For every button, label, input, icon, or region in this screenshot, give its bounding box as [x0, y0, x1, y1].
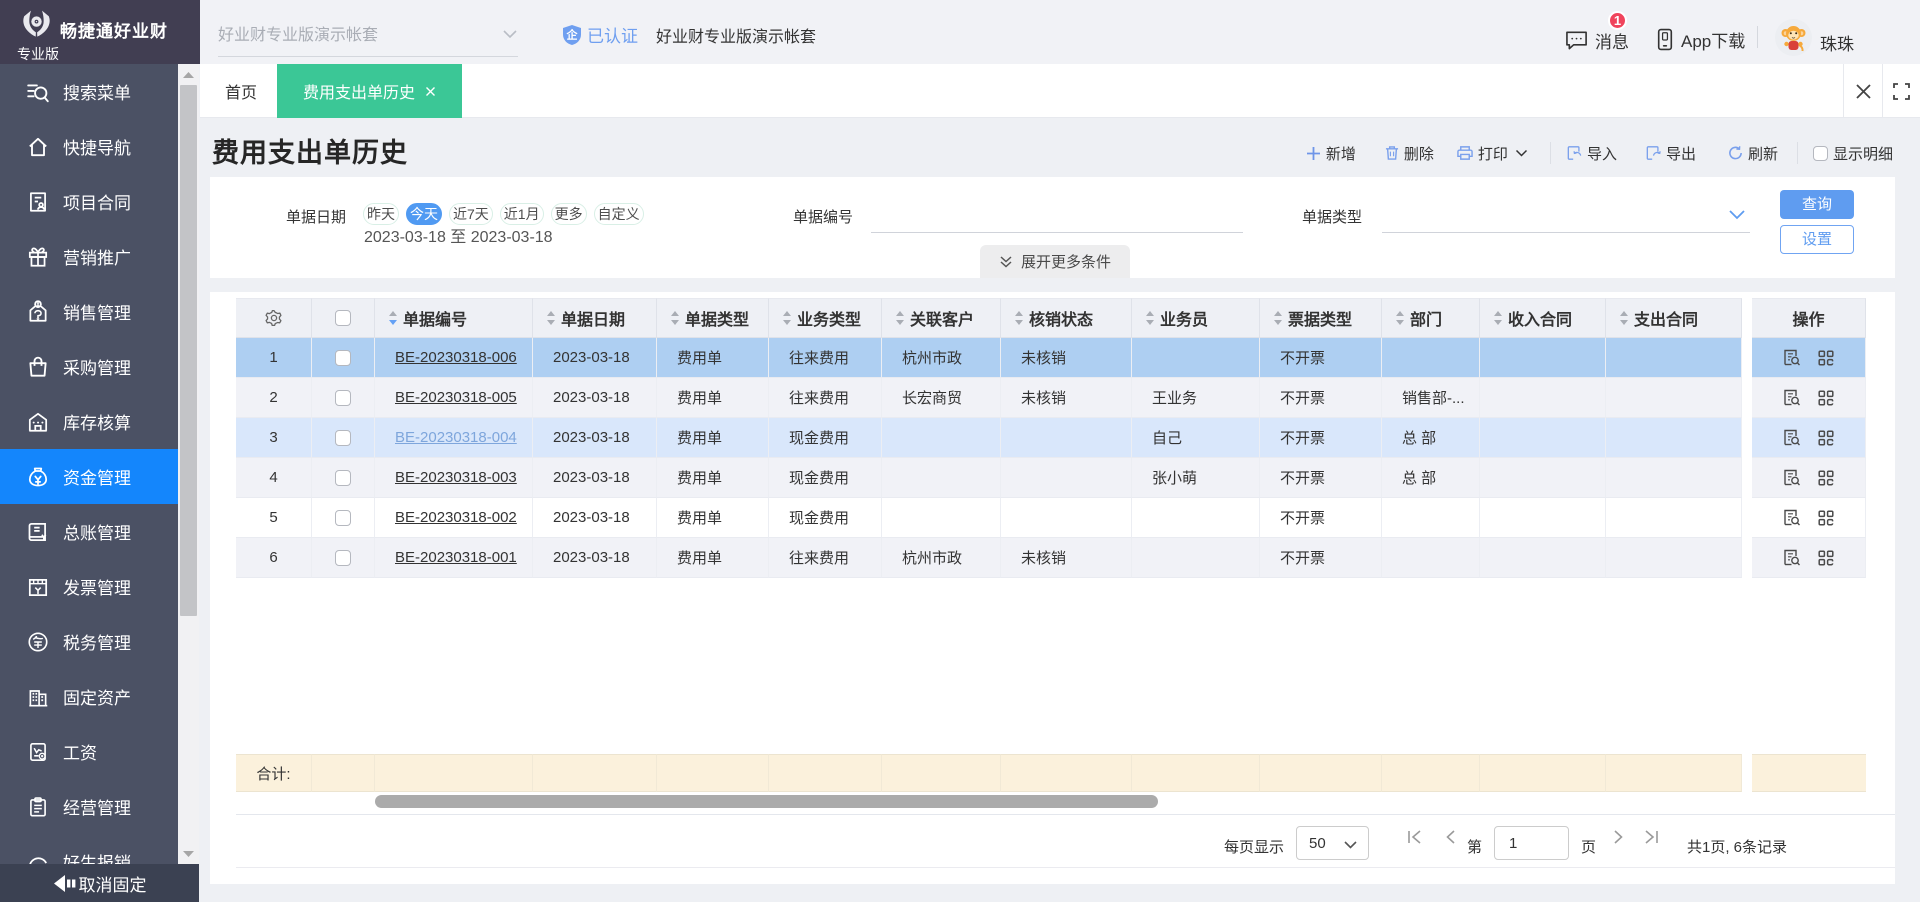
- svg-text:企: 企: [566, 27, 579, 41]
